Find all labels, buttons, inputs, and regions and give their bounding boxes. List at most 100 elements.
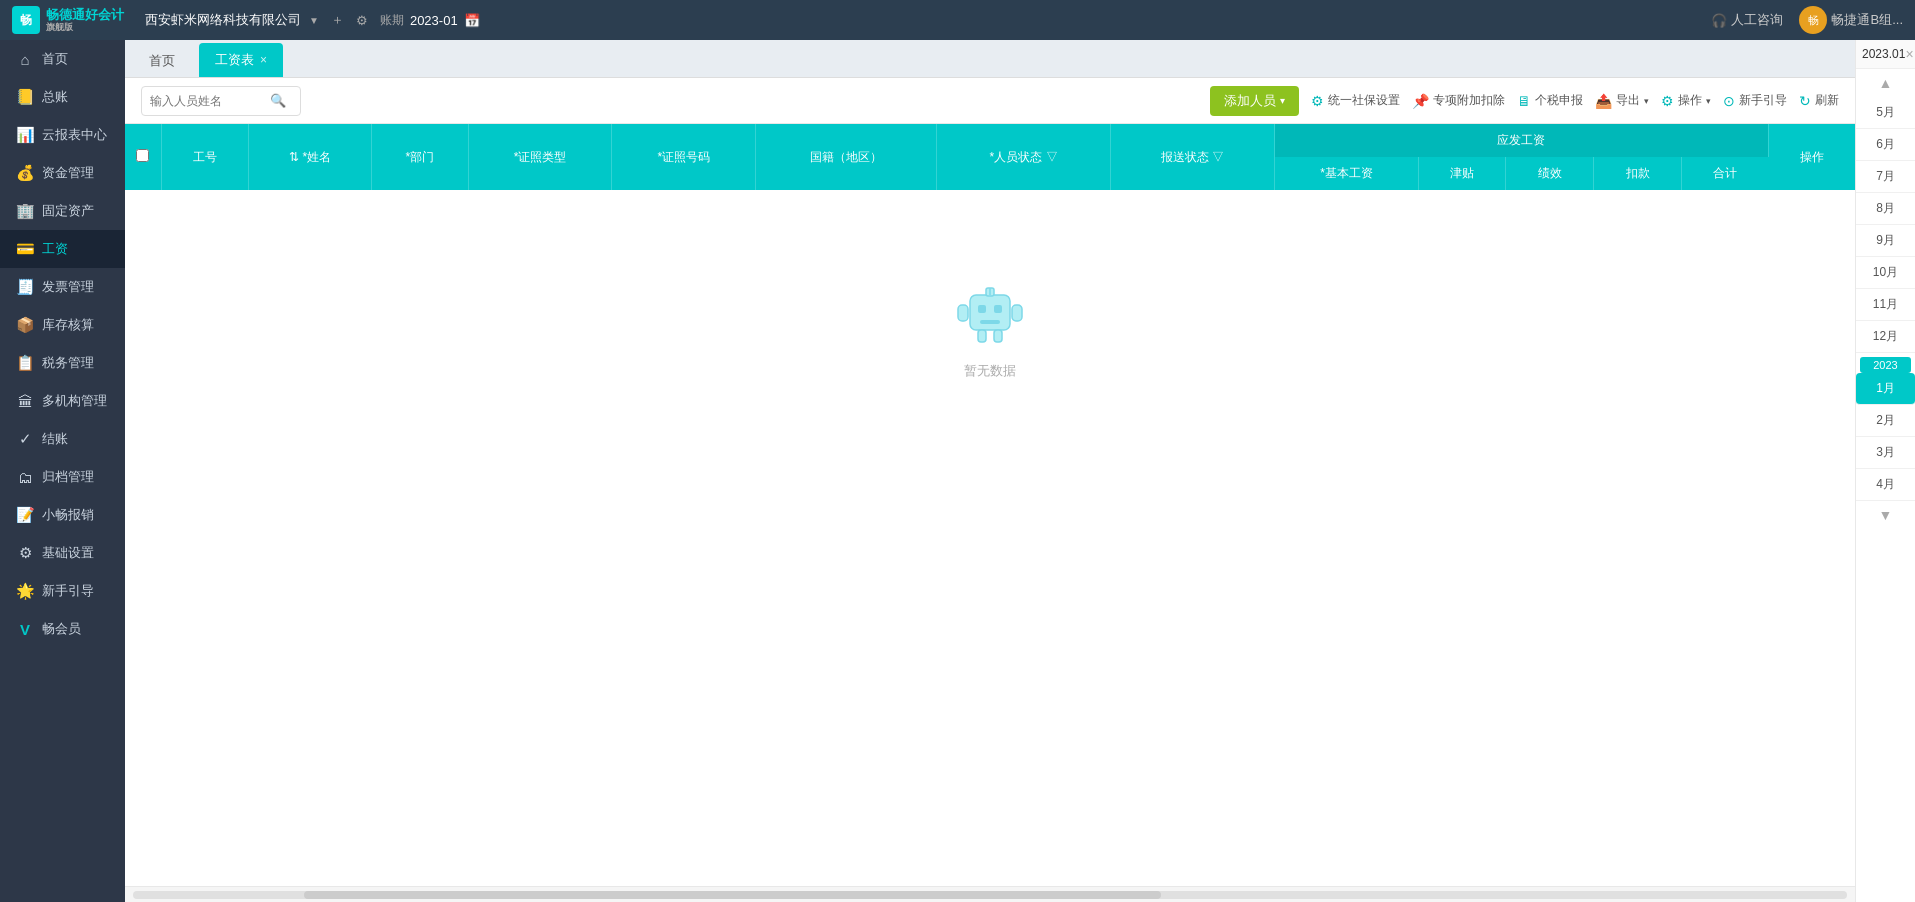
sidebar-item-guide[interactable]: 🌟 新手引导: [0, 572, 125, 610]
sidebar-item-ledger[interactable]: 📒 总账: [0, 78, 125, 116]
sidebar-item-expense[interactable]: 📝 小畅报销: [0, 496, 125, 534]
sidebar-item-archive[interactable]: 🗂 归档管理: [0, 458, 125, 496]
invoice-icon: 🧾: [16, 278, 34, 296]
sidebar-label-member: 畅会员: [42, 620, 81, 638]
sidebar-item-salary[interactable]: 💳 工资: [0, 230, 125, 268]
month-4[interactable]: 4月: [1856, 469, 1915, 501]
tab-salary-table[interactable]: 工资表 ×: [199, 43, 283, 77]
action-special-deduct[interactable]: 📌 专项附加扣除: [1412, 92, 1505, 109]
action-social-security[interactable]: ⚙ 统一社保设置: [1311, 92, 1400, 109]
month-5[interactable]: 5月: [1856, 97, 1915, 129]
action-tax-filing[interactable]: 🖥 个税申报: [1517, 92, 1583, 109]
month-10[interactable]: 10月: [1856, 257, 1915, 289]
horizontal-scrollbar[interactable]: [133, 891, 1847, 899]
month-2[interactable]: 2月: [1856, 405, 1915, 437]
svg-rect-2: [994, 305, 1002, 313]
calendar-icon[interactable]: 📅: [464, 13, 480, 28]
company-dropdown-arrow[interactable]: ▼: [309, 15, 319, 26]
search-wrapper[interactable]: 🔍: [141, 86, 301, 116]
th-id-no: *证照号码: [612, 124, 756, 190]
month-12[interactable]: 12月: [1856, 321, 1915, 353]
report-filter-icon[interactable]: ▽: [1212, 150, 1224, 164]
svg-rect-6: [958, 305, 968, 321]
month-7[interactable]: 7月: [1856, 161, 1915, 193]
tab-bar: 首页 工资表 ×: [125, 40, 1855, 78]
month-nav-up[interactable]: ▲: [1856, 69, 1915, 97]
month-3[interactable]: 3月: [1856, 437, 1915, 469]
search-input[interactable]: [150, 94, 270, 108]
th-total: 合计: [1681, 157, 1768, 190]
th-deduction: 扣款: [1594, 157, 1682, 190]
add-person-dropdown-arrow: ▾: [1280, 95, 1285, 106]
sidebar-label-multi: 多机构管理: [42, 392, 107, 410]
header-actions: ＋ ⚙: [331, 11, 368, 29]
home-icon: ⌂: [16, 51, 34, 68]
th-status: *人员状态 ▽: [937, 124, 1111, 190]
status-filter-icon[interactable]: ▽: [1046, 150, 1058, 164]
month-11[interactable]: 11月: [1856, 289, 1915, 321]
th-performance: 绩效: [1506, 157, 1594, 190]
assets-icon: 🏢: [16, 202, 34, 220]
guide-icon: 🌟: [16, 582, 34, 600]
top-header: 畅 畅德通好会计 旗舰版 西安虾米网络科技有限公司 ▼ ＋ ⚙ 账期 2023-…: [0, 0, 1915, 40]
right-panel-close-btn[interactable]: ×: [1905, 46, 1913, 62]
month-9[interactable]: 9月: [1856, 225, 1915, 257]
tab-home[interactable]: 首页: [133, 45, 191, 77]
tab-close-btn[interactable]: ×: [260, 54, 267, 66]
headset-icon: 🎧: [1711, 13, 1727, 28]
scroll-bar-area[interactable]: [125, 886, 1855, 902]
sidebar-label-archive: 归档管理: [42, 468, 94, 486]
salary-table: 工号 ⇅ *姓名 *部门 *证照类型 *证照号码 国籍（地区） *人员状态 ▽ …: [125, 124, 1855, 460]
search-icon[interactable]: 🔍: [270, 93, 286, 108]
th-dept: *部门: [372, 124, 469, 190]
sidebar-label-expense: 小畅报销: [42, 506, 94, 524]
user-account[interactable]: 畅 畅捷通B组...: [1799, 6, 1903, 34]
new-guide-icon: ⊙: [1723, 93, 1735, 109]
sidebar-item-assets[interactable]: 🏢 固定资产: [0, 192, 125, 230]
sidebar-item-invoice[interactable]: 🧾 发票管理: [0, 268, 125, 306]
empty-row: 暂无数据: [125, 190, 1855, 460]
select-all-checkbox[interactable]: [136, 149, 149, 162]
month-1[interactable]: 1月: [1856, 373, 1915, 405]
settings-icon[interactable]: ⚙: [356, 13, 368, 28]
right-panel-header: 2023.01 × ⤢: [1856, 40, 1915, 69]
month-6[interactable]: 6月: [1856, 129, 1915, 161]
table-wrapper: 工号 ⇅ *姓名 *部门 *证照类型 *证照号码 国籍（地区） *人员状态 ▽ …: [125, 124, 1855, 886]
sidebar-label-invoice: 发票管理: [42, 278, 94, 296]
special-deduct-icon: 📌: [1412, 93, 1429, 109]
th-report-status: 报送状态 ▽: [1110, 124, 1274, 190]
close-period-icon: ✓: [16, 430, 34, 448]
action-export[interactable]: 📤 导出 ▾: [1595, 92, 1649, 109]
company-selector[interactable]: 西安虾米网络科技有限公司 ▼: [145, 11, 319, 29]
add-person-btn[interactable]: 添加人员 ▾: [1210, 86, 1299, 116]
sidebar-label-close: 结账: [42, 430, 68, 448]
sidebar-item-close[interactable]: ✓ 结账: [0, 420, 125, 458]
sidebar-label-guide: 新手引导: [42, 582, 94, 600]
month-nav-down[interactable]: ▼: [1856, 501, 1915, 529]
action-refresh[interactable]: ↻ 刷新: [1799, 92, 1839, 109]
th-country: 国籍（地区）: [756, 124, 937, 190]
action-operations[interactable]: ⚙ 操作 ▾: [1661, 92, 1711, 109]
sidebar-item-funds[interactable]: 💰 资金管理: [0, 154, 125, 192]
th-base-salary: *基本工资: [1275, 157, 1419, 190]
sidebar-item-settings[interactable]: ⚙ 基础设置: [0, 534, 125, 572]
svg-rect-3: [980, 320, 1000, 324]
add-company-btn[interactable]: ＋: [331, 11, 344, 29]
operations-icon: ⚙: [1661, 93, 1674, 109]
empty-icon: [950, 270, 1030, 350]
month-8[interactable]: 8月: [1856, 193, 1915, 225]
sidebar-item-inventory[interactable]: 📦 库存核算: [0, 306, 125, 344]
sidebar-item-multi[interactable]: 🏛 多机构管理: [0, 382, 125, 420]
company-name: 西安虾米网络科技有限公司: [145, 11, 301, 29]
sidebar-item-member[interactable]: V 畅会员: [0, 610, 125, 648]
action-new-guide[interactable]: ⊙ 新手引导: [1723, 92, 1787, 109]
sidebar-item-report[interactable]: 📊 云报表中心: [0, 116, 125, 154]
operations-dropdown-arrow: ▾: [1706, 96, 1711, 106]
sidebar-item-tax[interactable]: 📋 税务管理: [0, 344, 125, 382]
scrollbar-thumb[interactable]: [304, 891, 1161, 899]
sidebar: ⌂ 首页 📒 总账 📊 云报表中心 💰 资金管理 🏢 固定资产 💳 工资 🧾 发…: [0, 40, 125, 902]
empty-state: 暂无数据: [125, 190, 1855, 460]
sidebar-item-home[interactable]: ⌂ 首页: [0, 40, 125, 78]
customer-service-btn[interactable]: 🎧 人工咨询: [1711, 11, 1783, 29]
sidebar-label-inventory: 库存核算: [42, 316, 94, 334]
